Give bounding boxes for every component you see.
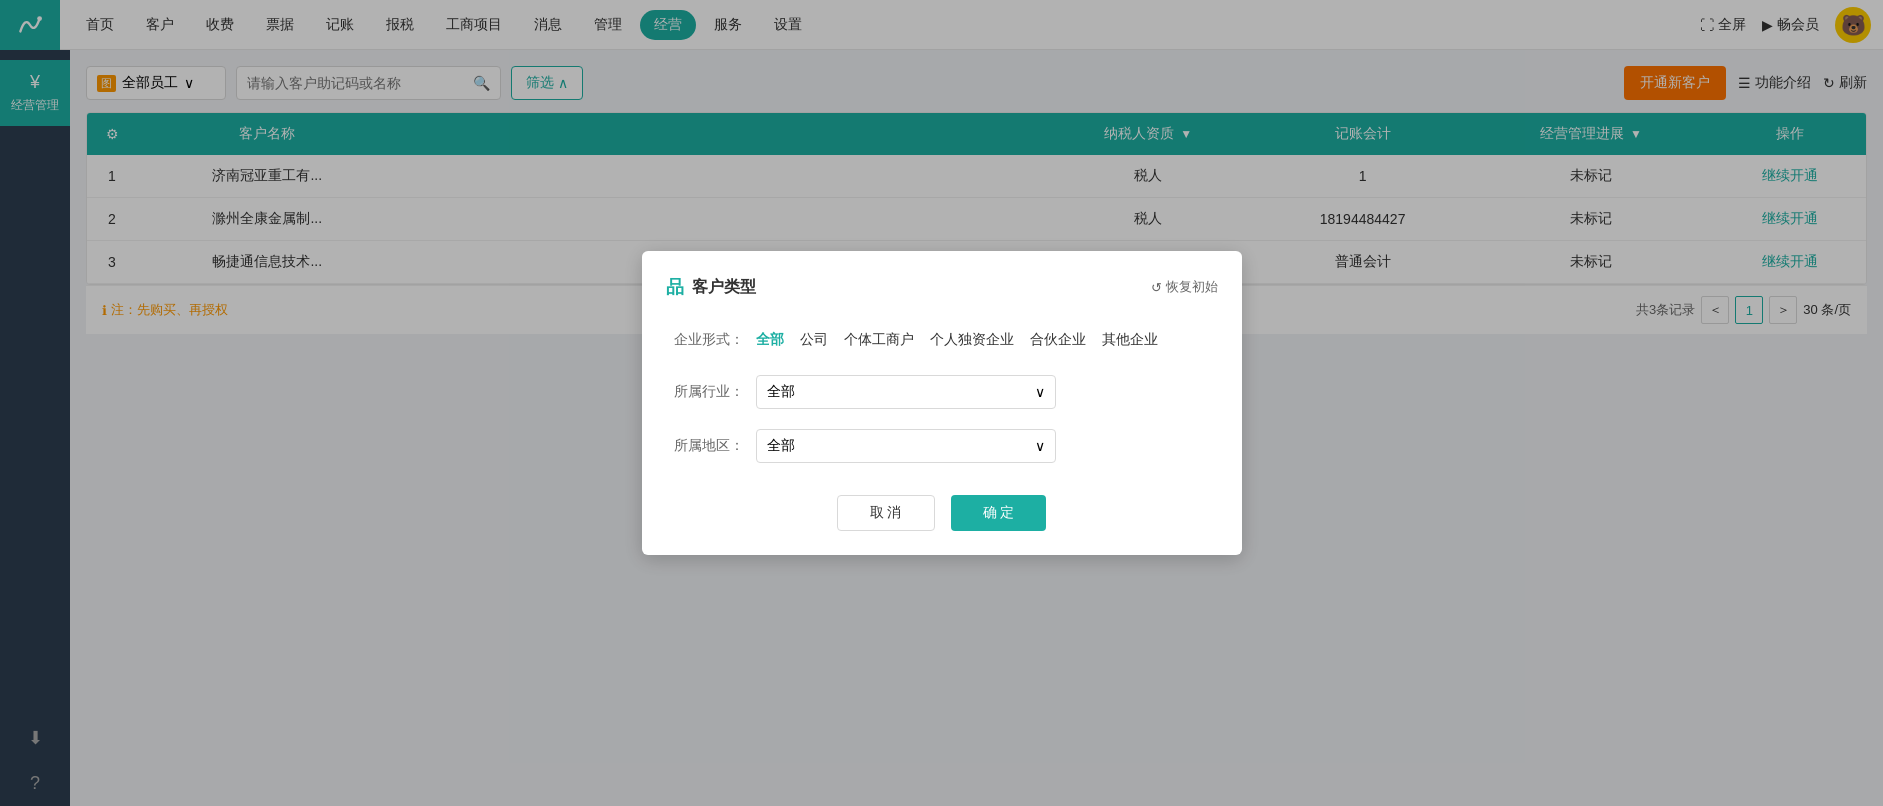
modal-title: 品 客户类型 bbox=[666, 275, 756, 299]
industry-content: 全部 ∨ bbox=[756, 375, 1218, 409]
option-individual[interactable]: 个体工商户 bbox=[844, 323, 914, 355]
type-options: 全部 公司 个体工商户 个人独资企业 合伙企业 其他企业 bbox=[756, 323, 1218, 355]
reset-label: 恢复初始 bbox=[1166, 278, 1218, 296]
option-all[interactable]: 全部 bbox=[756, 323, 784, 355]
cancel-button[interactable]: 取 消 bbox=[837, 495, 935, 531]
modal-title-icon: 品 bbox=[666, 275, 684, 299]
option-sole[interactable]: 个人独资企业 bbox=[930, 323, 1014, 355]
modal-footer: 取 消 确 定 bbox=[666, 495, 1218, 531]
reset-button[interactable]: ↺ 恢复初始 bbox=[1151, 278, 1218, 296]
option-company[interactable]: 公司 bbox=[800, 323, 828, 355]
industry-value: 全部 bbox=[767, 383, 795, 401]
modal-overlay[interactable]: 品 客户类型 ↺ 恢复初始 企业形式： 全部 公司 个体工商户 个人独资企业 合… bbox=[0, 0, 1883, 806]
region-content: 全部 ∨ bbox=[756, 429, 1218, 463]
industry-form-row: 所属行业： 全部 ∨ bbox=[666, 375, 1218, 409]
modal-header: 品 客户类型 ↺ 恢复初始 bbox=[666, 275, 1218, 299]
region-select[interactable]: 全部 ∨ bbox=[756, 429, 1056, 463]
enterprise-options: 全部 公司 个体工商户 个人独资企业 合伙企业 其他企业 bbox=[756, 323, 1218, 355]
industry-select[interactable]: 全部 ∨ bbox=[756, 375, 1056, 409]
region-form-row: 所属地区： 全部 ∨ bbox=[666, 429, 1218, 463]
region-chevron-icon: ∨ bbox=[1035, 438, 1045, 454]
industry-chevron-icon: ∨ bbox=[1035, 384, 1045, 400]
region-value: 全部 bbox=[767, 437, 795, 455]
enterprise-form-row: 企业形式： 全部 公司 个体工商户 个人独资企业 合伙企业 其他企业 bbox=[666, 323, 1218, 355]
industry-label: 所属行业： bbox=[666, 375, 756, 407]
region-label: 所属地区： bbox=[666, 429, 756, 461]
option-other[interactable]: 其他企业 bbox=[1102, 323, 1158, 355]
modal-title-text: 客户类型 bbox=[692, 277, 756, 298]
enterprise-form-label: 企业形式： bbox=[666, 323, 756, 355]
reset-icon: ↺ bbox=[1151, 280, 1162, 295]
confirm-button[interactable]: 确 定 bbox=[951, 495, 1047, 531]
option-partnership[interactable]: 合伙企业 bbox=[1030, 323, 1086, 355]
filter-modal: 品 客户类型 ↺ 恢复初始 企业形式： 全部 公司 个体工商户 个人独资企业 合… bbox=[642, 251, 1242, 555]
